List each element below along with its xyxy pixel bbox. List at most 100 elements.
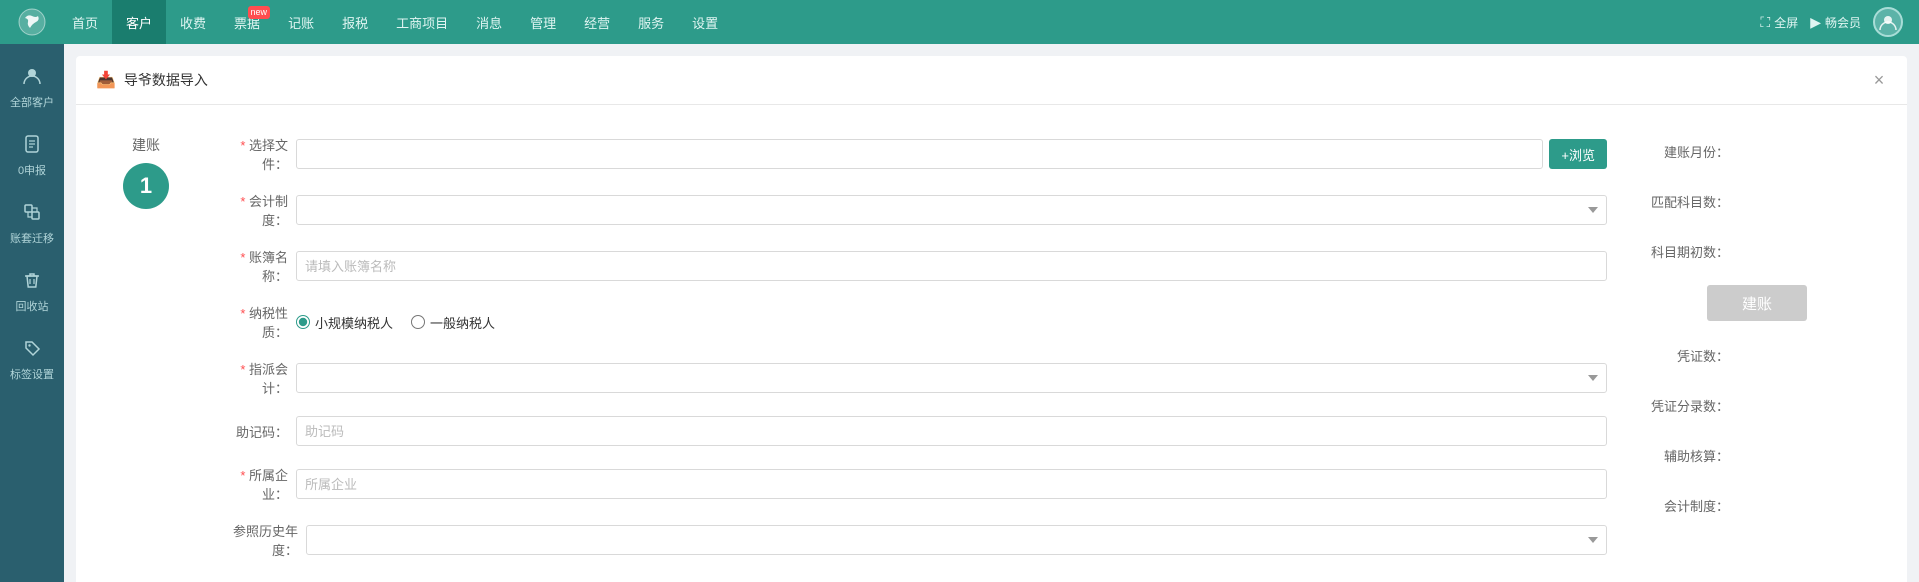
fullscreen-label: 全屏 (1774, 14, 1798, 31)
info-accounting-system-label: 会计制度： (1647, 496, 1737, 515)
assign-accountant-label: 指派会计： (216, 359, 296, 397)
logo[interactable] (10, 0, 54, 44)
company-label: 所属企业： (216, 465, 296, 503)
close-button[interactable]: × (1867, 68, 1891, 92)
match-subjects-label: 匹配科目数： (1647, 192, 1737, 211)
avatar[interactable] (1873, 7, 1903, 37)
browse-button[interactable]: +浏览 (1549, 139, 1607, 169)
subject-opening-row: 科目期初数： (1647, 235, 1867, 267)
radio-small-scale[interactable]: 小规模纳税人 (296, 313, 393, 332)
company-row: 所属企业： (216, 465, 1607, 503)
panel-title: 导爷数据导入 (124, 70, 208, 90)
company-input[interactable] (296, 469, 1607, 499)
panel-header: 📥 导爷数据导入 × (76, 56, 1907, 105)
assign-accountant-select[interactable] (296, 363, 1607, 393)
nav-item-bookkeeping[interactable]: 记账 (274, 0, 328, 44)
nav-item-business[interactable]: 工商项目 (382, 0, 462, 44)
sidebar-item-label: 账套迁移 (10, 230, 54, 246)
tax-type-label: 纳税性质： (216, 303, 296, 341)
person-icon (18, 62, 46, 90)
file-row: 选择文件： +浏览 (216, 135, 1607, 173)
subject-opening-label: 科目期初数： (1647, 242, 1737, 261)
tag-icon (18, 334, 46, 362)
sidebar-item-label: 标签设置 (10, 366, 54, 382)
membership-button[interactable]: ▶ 畅会员 (1810, 14, 1861, 31)
import-icon: 📥 (96, 70, 116, 90)
nav-item-invoices[interactable]: 票据 new (220, 0, 274, 44)
layout: 全部客户 0申报 账套迁移 (0, 44, 1919, 582)
voucher-entries-label: 凭证分录数： (1647, 396, 1737, 415)
accounting-system-row: 会计制度： (216, 191, 1607, 229)
step-indicator: 建账 1 (76, 135, 216, 577)
assign-accountant-row: 指派会计： (216, 359, 1607, 397)
play-icon: ▶ (1810, 14, 1821, 31)
nav-item-management[interactable]: 管理 (516, 0, 570, 44)
form-left-col: 选择文件： +浏览 会计制度： (216, 135, 1607, 577)
voucher-count-label: 凭证数： (1647, 346, 1737, 365)
accounting-system-label: 会计制度： (216, 191, 296, 229)
tax-type-radio-group: 小规模纳税人 一般纳税人 (296, 313, 1607, 332)
mnemonic-input[interactable] (296, 416, 1607, 446)
reference-year-label: 参照历史年度： (216, 521, 306, 559)
top-navigation: 首页 客户 收费 票据 new 记账 报税 工商项目 消息 管理 经营 服务 设… (0, 0, 1919, 44)
panel: 📥 导爷数据导入 × 建账 1 选择文件： (76, 56, 1907, 582)
sidebar: 全部客户 0申报 账套迁移 (0, 44, 64, 582)
nav-item-tax[interactable]: 报税 (328, 0, 382, 44)
build-month-row: 建账月份： (1647, 135, 1867, 167)
step-label: 建账 (132, 135, 160, 155)
sidebar-item-all-clients[interactable]: 全部客户 (0, 52, 64, 120)
nav-items: 首页 客户 收费 票据 new 记账 报税 工商项目 消息 管理 经营 服务 设… (58, 0, 732, 44)
auxiliary-row: 辅助核算： (1647, 439, 1867, 471)
account-name-input[interactable] (296, 251, 1607, 281)
auxiliary-label: 辅助核算： (1647, 446, 1737, 465)
trash-icon (18, 266, 46, 294)
nav-right: ⛶ 全屏 ▶ 畅会员 (1760, 7, 1919, 37)
tax-type-row: 纳税性质： 小规模纳税人 一般纳税人 (216, 303, 1607, 341)
voucher-entries-row: 凭证分录数： (1647, 389, 1867, 421)
nav-item-settings[interactable]: 设置 (678, 0, 732, 44)
nav-item-services[interactable]: 服务 (624, 0, 678, 44)
reference-year-select[interactable] (306, 525, 1607, 555)
nav-item-fees[interactable]: 收费 (166, 0, 220, 44)
info-accounting-system-row: 会计制度： (1647, 489, 1867, 521)
sidebar-item-label: 全部客户 (10, 94, 54, 110)
form-columns: 选择文件： +浏览 会计制度： (216, 135, 1867, 577)
sidebar-item-tags[interactable]: 标签设置 (0, 324, 64, 392)
file-label: 选择文件： (216, 135, 296, 173)
info-col: 建账月份： 匹配科目数： 科目期初数： 建 (1647, 135, 1867, 577)
sidebar-item-declaration[interactable]: 0申报 (0, 120, 64, 188)
nav-item-home[interactable]: 首页 (58, 0, 112, 44)
form-area: 建账 1 选择文件： +浏览 (76, 105, 1907, 582)
radio-label-general: 一般纳税人 (430, 313, 495, 332)
accounting-system-select[interactable] (296, 195, 1607, 225)
match-subjects-row: 匹配科目数： (1647, 185, 1867, 217)
account-name-label: 账簿名称： (216, 247, 296, 285)
sidebar-item-migration[interactable]: 账套迁移 (0, 188, 64, 256)
nav-item-clients[interactable]: 客户 (112, 0, 166, 44)
declaration-icon (18, 130, 46, 158)
mnemonic-label: 助记码： (216, 422, 296, 441)
sidebar-item-label: 回收站 (16, 298, 49, 314)
main-content: 📥 导爷数据导入 × 建账 1 选择文件： (64, 44, 1919, 582)
sidebar-item-trash[interactable]: 回收站 (0, 256, 64, 324)
fullscreen-icon: ⛶ (1760, 14, 1770, 31)
file-input[interactable] (296, 139, 1543, 169)
membership-label: 畅会员 (1825, 14, 1861, 31)
mnemonic-row: 助记码： (216, 415, 1607, 447)
build-month-label: 建账月份： (1647, 142, 1737, 161)
build-btn-row: 建账 (1647, 285, 1867, 321)
reference-year-row: 参照历史年度： (216, 521, 1607, 559)
new-badge: new (248, 6, 271, 19)
account-name-row: 账簿名称： (216, 247, 1607, 285)
migration-icon (18, 198, 46, 226)
sidebar-item-label: 0申报 (18, 162, 46, 178)
radio-general[interactable]: 一般纳税人 (411, 313, 495, 332)
nav-item-messages[interactable]: 消息 (462, 0, 516, 44)
step-circle: 1 (123, 163, 169, 209)
radio-label-small: 小规模纳税人 (315, 313, 393, 332)
voucher-count-row: 凭证数： (1647, 339, 1867, 371)
fullscreen-button[interactable]: ⛶ 全屏 (1760, 14, 1798, 31)
nav-item-operations[interactable]: 经营 (570, 0, 624, 44)
build-account-button[interactable]: 建账 (1707, 285, 1807, 321)
file-input-group: +浏览 (296, 139, 1607, 169)
